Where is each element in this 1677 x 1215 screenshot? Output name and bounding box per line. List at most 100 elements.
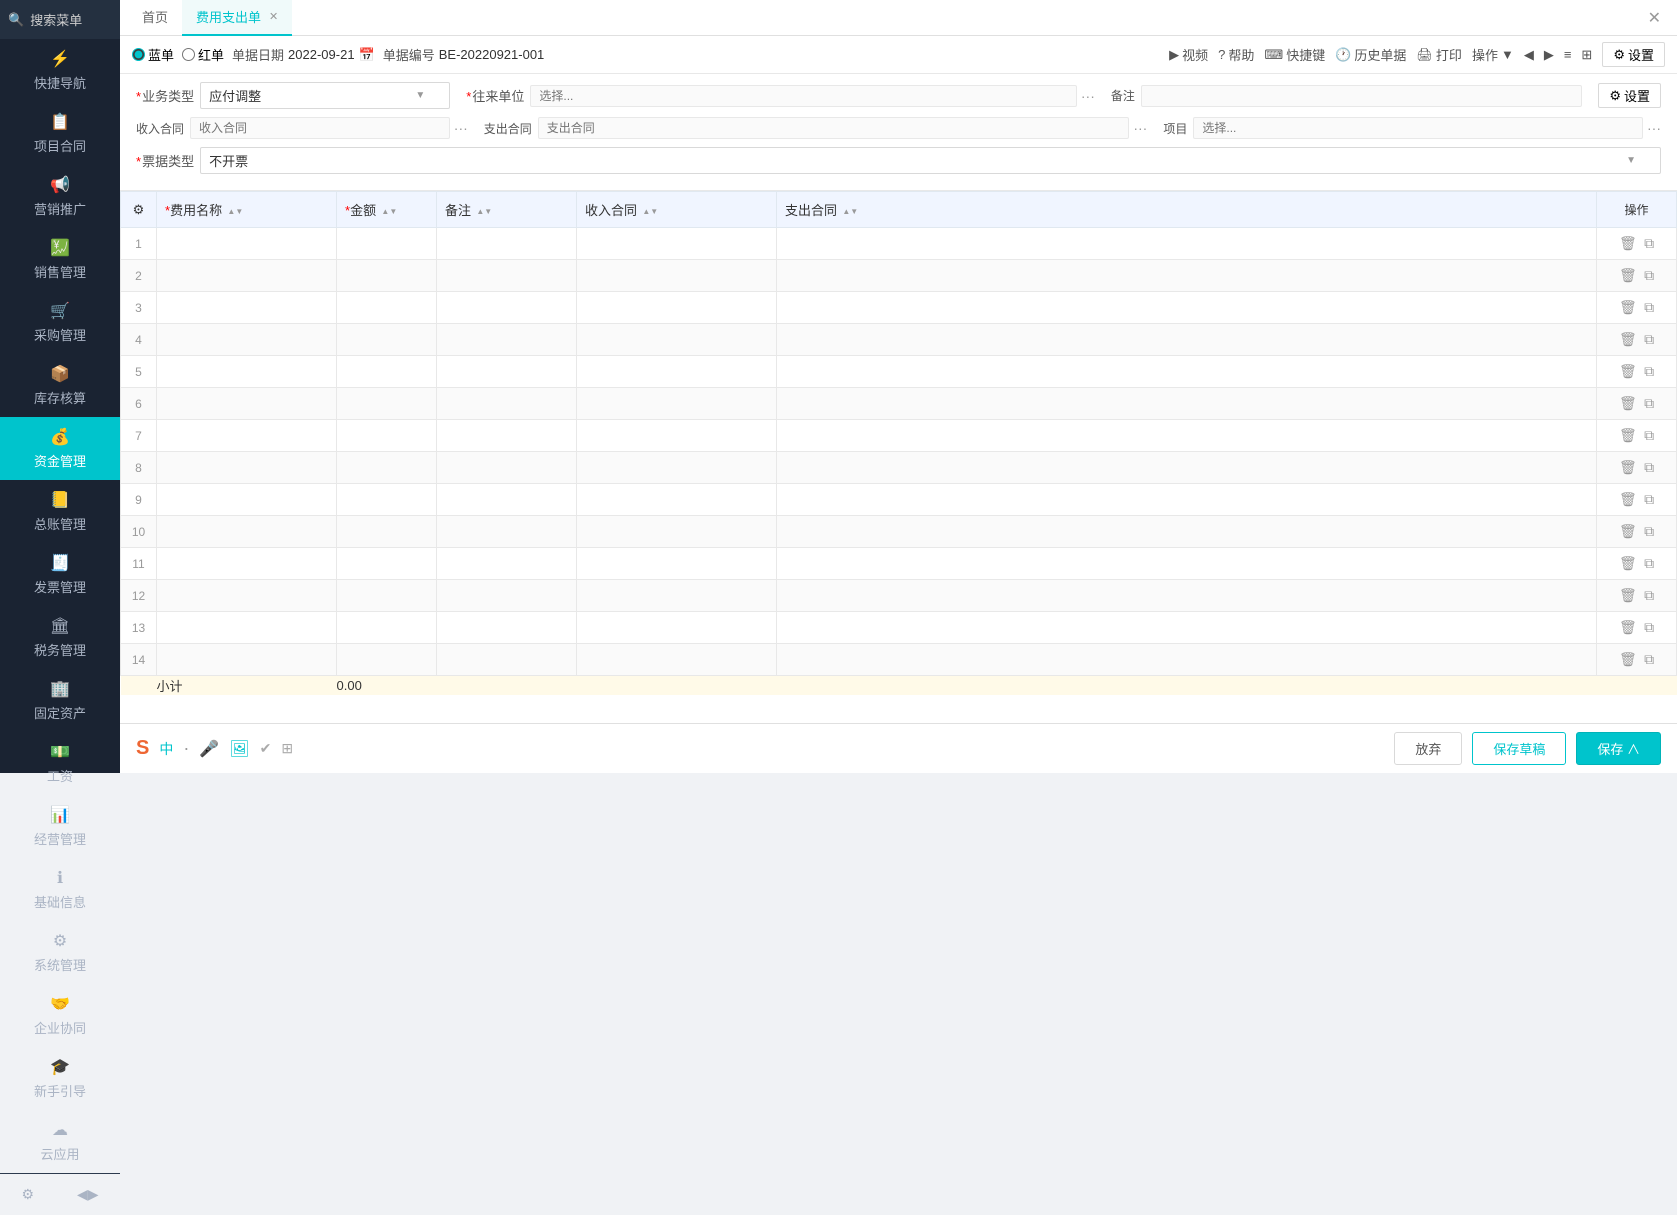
row-8-income-contract[interactable] bbox=[577, 452, 777, 484]
save-button[interactable]: 保存 ∧ bbox=[1576, 732, 1661, 765]
tab-expense-form[interactable]: 费用支出单 ✕ bbox=[182, 0, 292, 36]
row-14-income-contract[interactable] bbox=[577, 644, 777, 676]
row-10-delete-icon[interactable]: 🗑 bbox=[1619, 523, 1637, 539]
row-6-expense-contract[interactable] bbox=[777, 388, 1597, 420]
row-2-delete-icon[interactable]: 🗑 bbox=[1619, 267, 1637, 283]
invoice-type-select[interactable]: 不开票 ▼ bbox=[200, 147, 1661, 174]
income-contract-sort-icon[interactable]: ▲▼ bbox=[642, 208, 658, 216]
row-4-income-contract[interactable] bbox=[577, 324, 777, 356]
row-4-copy-icon[interactable]: ⧉ bbox=[1644, 331, 1654, 347]
calendar-icon[interactable]: 📅 bbox=[359, 47, 375, 63]
grid-icon[interactable]: ⊞ bbox=[281, 740, 293, 757]
sidebar-item-purchase[interactable]: 🛒 采购管理 bbox=[0, 291, 120, 354]
sidebar-item-capital[interactable]: 💰 资金管理 bbox=[0, 417, 120, 480]
form-settings-button[interactable]: ⚙ 设置 bbox=[1598, 83, 1661, 108]
row-10-amount[interactable] bbox=[337, 516, 437, 548]
row-3-copy-icon[interactable]: ⧉ bbox=[1644, 299, 1654, 315]
row-13-remark[interactable] bbox=[437, 612, 577, 644]
row-7-name[interactable] bbox=[157, 420, 337, 452]
row-1-amount[interactable] bbox=[337, 228, 437, 260]
next-doc-btn[interactable]: ▶ bbox=[1544, 47, 1554, 63]
sidebar-item-enterprise[interactable]: 🤝 企业协同 bbox=[0, 984, 120, 1047]
row-8-name[interactable] bbox=[157, 452, 337, 484]
row-3-expense-contract[interactable] bbox=[777, 292, 1597, 324]
row-11-amount[interactable] bbox=[337, 548, 437, 580]
row-5-amount[interactable] bbox=[337, 356, 437, 388]
sidebar-item-payroll[interactable]: 💵 工资 bbox=[0, 732, 120, 795]
row-14-copy-icon[interactable]: ⧉ bbox=[1644, 651, 1654, 667]
row-5-expense-contract[interactable] bbox=[777, 356, 1597, 388]
sidebar-item-marketing[interactable]: 📢 营销推广 bbox=[0, 165, 120, 228]
discard-button[interactable]: 放弃 bbox=[1394, 732, 1462, 765]
row-4-expense-contract[interactable] bbox=[777, 324, 1597, 356]
sidebar-item-operations[interactable]: 📊 经营管理 bbox=[0, 795, 120, 858]
row-11-expense-contract[interactable] bbox=[777, 548, 1597, 580]
volume-icon[interactable]: ◀▶ bbox=[73, 1182, 103, 1207]
row-2-income-contract[interactable] bbox=[577, 260, 777, 292]
check-icon[interactable]: ✔ bbox=[260, 740, 272, 757]
row-9-copy-icon[interactable]: ⧉ bbox=[1644, 491, 1654, 507]
amount-sort-icon[interactable]: ▲▼ bbox=[381, 208, 397, 216]
row-6-delete-icon[interactable]: 🗑 bbox=[1619, 395, 1637, 411]
row-13-expense-contract[interactable] bbox=[777, 612, 1597, 644]
row-12-copy-icon[interactable]: ⧉ bbox=[1644, 587, 1654, 603]
counterpart-more-btn[interactable]: ··· bbox=[1081, 88, 1095, 104]
row-13-amount[interactable] bbox=[337, 612, 437, 644]
video-btn[interactable]: ▶ 视频 bbox=[1169, 45, 1208, 64]
row-11-copy-icon[interactable]: ⧉ bbox=[1644, 555, 1654, 571]
number-value[interactable]: BE-20220921-001 bbox=[439, 47, 545, 62]
income-contract-input[interactable] bbox=[190, 117, 450, 139]
row-1-expense-contract[interactable] bbox=[777, 228, 1597, 260]
row-9-expense-contract[interactable] bbox=[777, 484, 1597, 516]
row-11-income-contract[interactable] bbox=[577, 548, 777, 580]
settings-icon[interactable]: ⚙ bbox=[17, 1182, 38, 1207]
row-7-delete-icon[interactable]: 🗑 bbox=[1619, 427, 1637, 443]
gear-icon[interactable]: ⚙ bbox=[133, 202, 145, 217]
row-9-amount[interactable] bbox=[337, 484, 437, 516]
row-7-expense-contract[interactable] bbox=[777, 420, 1597, 452]
sidebar-item-system[interactable]: ⚙ 系统管理 bbox=[0, 921, 120, 984]
income-contract-more-btn[interactable]: ··· bbox=[454, 120, 468, 136]
blue-single-radio[interactable]: 蓝单 bbox=[132, 45, 174, 64]
actions-btn[interactable]: 操作 ▼ bbox=[1472, 45, 1514, 64]
row-4-amount[interactable] bbox=[337, 324, 437, 356]
sidebar-item-invoice[interactable]: 🧾 发票管理 bbox=[0, 543, 120, 606]
row-3-remark[interactable] bbox=[437, 292, 577, 324]
row-9-income-contract[interactable] bbox=[577, 484, 777, 516]
row-10-expense-contract[interactable] bbox=[777, 516, 1597, 548]
help-btn[interactable]: ? 帮助 bbox=[1218, 45, 1254, 64]
row-7-income-contract[interactable] bbox=[577, 420, 777, 452]
row-5-copy-icon[interactable]: ⧉ bbox=[1644, 363, 1654, 379]
row-6-copy-icon[interactable]: ⧉ bbox=[1644, 395, 1654, 411]
row-5-remark[interactable] bbox=[437, 356, 577, 388]
sidebar-item-newbie[interactable]: 🎓 新手引导 bbox=[0, 1047, 120, 1110]
row-11-name[interactable] bbox=[157, 548, 337, 580]
row-1-income-contract[interactable] bbox=[577, 228, 777, 260]
row-13-delete-icon[interactable]: 🗑 bbox=[1619, 619, 1637, 635]
row-14-amount[interactable] bbox=[337, 644, 437, 676]
row-1-remark[interactable] bbox=[437, 228, 577, 260]
history-btn[interactable]: 🕐 历史单据 bbox=[1335, 45, 1406, 64]
row-12-delete-icon[interactable]: 🗑 bbox=[1619, 587, 1637, 603]
row-3-name[interactable] bbox=[157, 292, 337, 324]
row-2-copy-icon[interactable]: ⧉ bbox=[1644, 267, 1654, 283]
row-10-remark[interactable] bbox=[437, 516, 577, 548]
project-input[interactable] bbox=[1193, 117, 1643, 139]
zhong-icon[interactable]: 中 bbox=[159, 739, 173, 759]
row-10-copy-icon[interactable]: ⧉ bbox=[1644, 523, 1654, 539]
row-9-delete-icon[interactable]: 🗑 bbox=[1619, 491, 1637, 507]
row-13-copy-icon[interactable]: ⧉ bbox=[1644, 619, 1654, 635]
row-8-delete-icon[interactable]: 🗑 bbox=[1619, 459, 1637, 475]
shortcut-btn[interactable]: ⌨ 快捷键 bbox=[1264, 45, 1325, 64]
row-2-expense-contract[interactable] bbox=[777, 260, 1597, 292]
red-single-radio[interactable]: 红单 bbox=[182, 45, 224, 64]
row-12-name[interactable] bbox=[157, 580, 337, 612]
row-6-name[interactable] bbox=[157, 388, 337, 420]
row-5-delete-icon[interactable]: 🗑 bbox=[1619, 363, 1637, 379]
window-close-button[interactable]: ✕ bbox=[1640, 8, 1669, 28]
row-8-copy-icon[interactable]: ⧉ bbox=[1644, 459, 1654, 475]
row-2-remark[interactable] bbox=[437, 260, 577, 292]
row-14-remark[interactable] bbox=[437, 644, 577, 676]
dot-icon[interactable]: · bbox=[183, 738, 189, 759]
mic-icon[interactable]: 🎤 bbox=[199, 739, 219, 759]
